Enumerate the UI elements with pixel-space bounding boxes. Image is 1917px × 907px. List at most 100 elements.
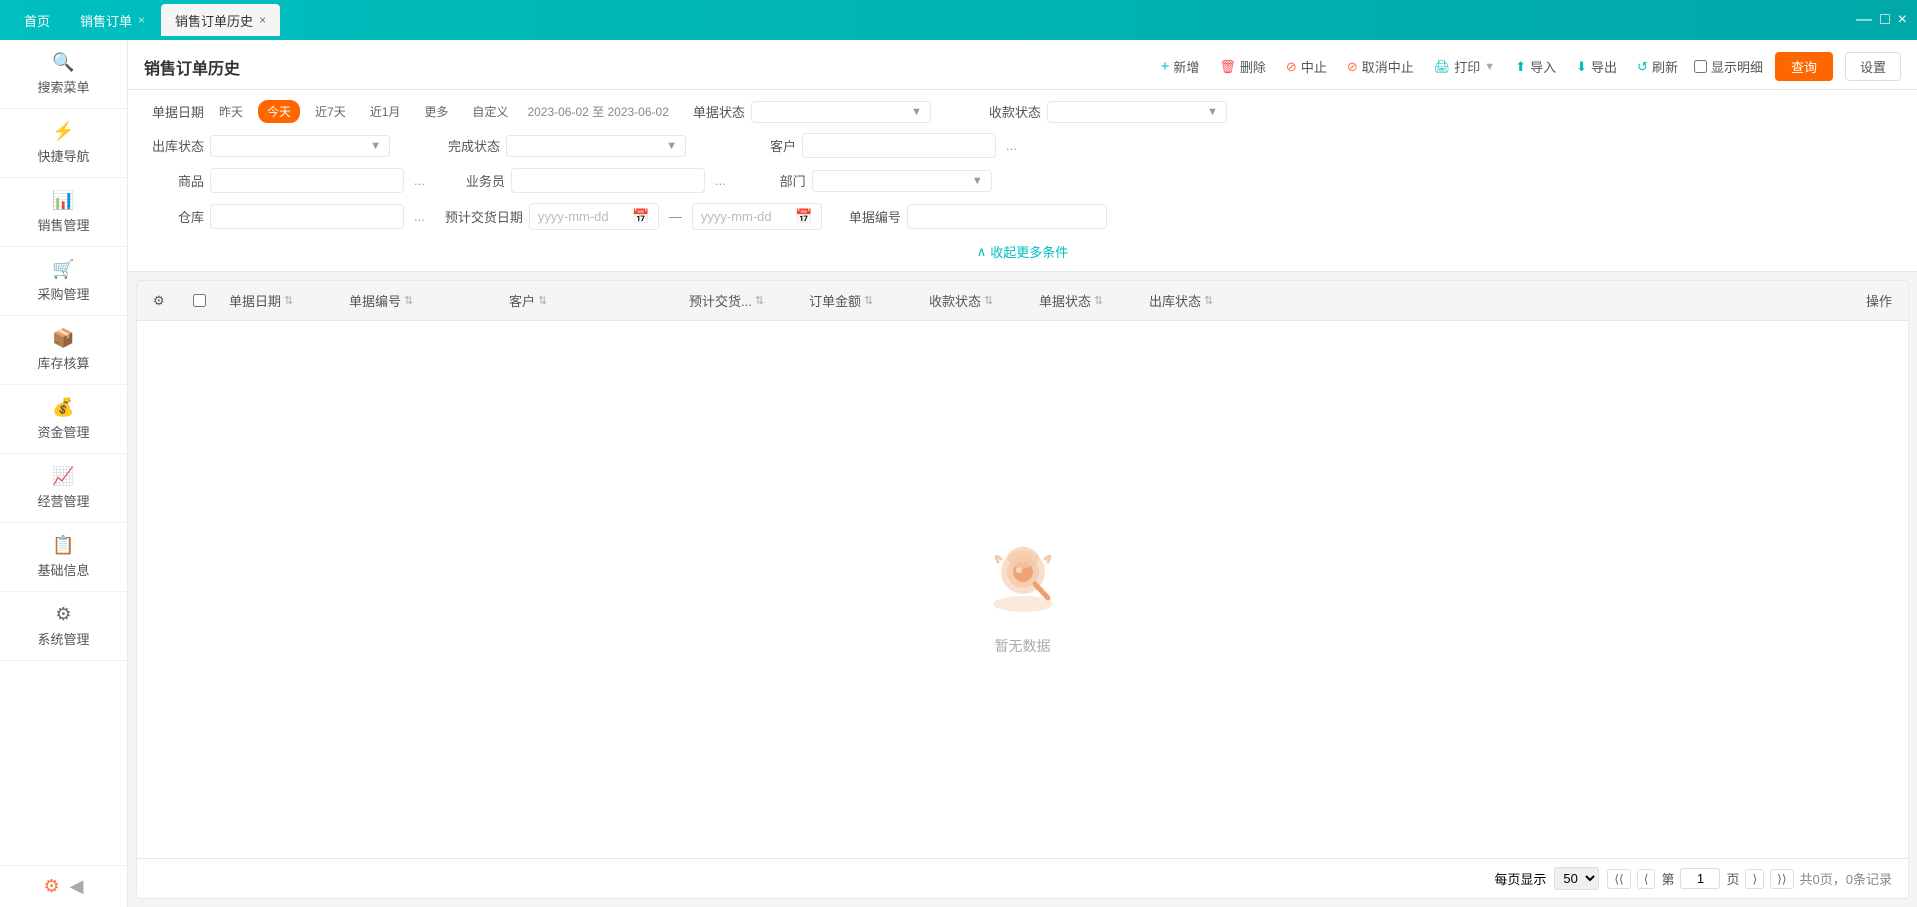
page-size-label: 每页显示 [1494, 869, 1546, 888]
sidebar-item-purchase[interactable]: 🛒 采购管理 [0, 247, 127, 316]
first-page-button[interactable]: ⟨⟨ [1607, 869, 1630, 889]
export-label: 导出 [1591, 57, 1617, 76]
th-delivery-label: 预计交货... [689, 291, 752, 310]
tab-sales-order[interactable]: 销售订单 × [66, 4, 159, 36]
select-all-checkbox[interactable] [193, 294, 206, 307]
sidebar-item-inventory[interactable]: 📦 库存核算 [0, 316, 127, 385]
th-status-label: 单据状态 [1039, 291, 1091, 310]
sidebar-item-sales-label: 销售管理 [37, 215, 89, 234]
sidebar-item-quicknav[interactable]: ⚡ 快捷导航 [0, 109, 127, 178]
tab-home[interactable]: 首页 [10, 4, 64, 36]
filter-row-3: 商品 ... 业务员 ... 部门 ▼ [144, 168, 1901, 193]
th-date[interactable]: 单据日期 ⇅ [221, 291, 341, 310]
next-page-button[interactable]: ⟩ [1745, 869, 1764, 889]
refresh-button[interactable]: ↺ 刷新 [1633, 55, 1682, 78]
th-status[interactable]: 单据状态 ⇅ [1031, 291, 1141, 310]
th-receipt[interactable]: 收款状态 ⇅ [921, 291, 1031, 310]
page-number-input[interactable] [1680, 868, 1720, 889]
page-size-select[interactable]: 50 [1554, 867, 1599, 890]
display-detail-toggle[interactable]: 显示明细 [1694, 57, 1763, 76]
export-icon: ⬇ [1576, 59, 1587, 75]
print-arrow: ▼ [1484, 61, 1495, 73]
delivery-date-end-icon: 📅 [795, 208, 812, 225]
inventory-icon: 📦 [52, 328, 74, 349]
sidebar-item-system[interactable]: ⚙ 系统管理 [0, 592, 127, 661]
query-button[interactable]: 查询 [1775, 52, 1833, 81]
import-button[interactable]: ⬆ 导入 [1511, 55, 1560, 78]
date-chip-today[interactable]: 今天 [258, 100, 300, 123]
sidebar-item-operations[interactable]: 📈 经营管理 [0, 454, 127, 523]
print-button[interactable]: 🖨 打印 ▼ [1430, 55, 1499, 78]
filter-goods-item: 商品 ... [144, 168, 429, 193]
status-filter-select[interactable]: ▼ [751, 101, 931, 123]
sidebar-item-search[interactable]: 🔍 搜索菜单 [0, 40, 127, 109]
date-chip-1month[interactable]: 近1月 [361, 100, 410, 123]
warehouse-dots-icon[interactable]: ... [410, 207, 429, 226]
th-customer[interactable]: 客户 ⇅ [501, 291, 681, 310]
warehouse-filter-label: 仓库 [144, 207, 204, 226]
customer-filter-input[interactable] [802, 133, 996, 158]
delivery-date-end[interactable]: yyyy-mm-dd 📅 [692, 203, 822, 230]
display-detail-checkbox[interactable] [1694, 60, 1707, 73]
stop-button[interactable]: ⊘ 中止 [1282, 55, 1331, 78]
collapse-arrow-icon: ∧ [977, 244, 987, 260]
export-button[interactable]: ⬇ 导出 [1572, 55, 1621, 78]
payment-filter-select[interactable]: ▼ [1047, 101, 1227, 123]
sidebar-item-base[interactable]: 📋 基础信息 [0, 523, 127, 592]
tab-sales-order-close[interactable]: × [138, 13, 145, 27]
add-button[interactable]: + 新增 [1157, 55, 1204, 78]
collapse-button[interactable]: ∧ 收起更多条件 [977, 242, 1069, 261]
th-status-sort-icon: ⇅ [1094, 294, 1103, 307]
complete-filter-select[interactable]: ▼ [506, 135, 686, 157]
date-chip-yesterday[interactable]: 昨天 [210, 100, 252, 123]
th-settings[interactable]: ⚙ [145, 293, 185, 309]
close-window-button[interactable]: × [1898, 11, 1907, 29]
th-customer-sort-icon: ⇅ [538, 294, 547, 307]
customer-dots-icon[interactable]: ... [1002, 136, 1021, 155]
purchase-icon: 🛒 [52, 259, 74, 280]
max-button[interactable]: □ [1880, 11, 1890, 29]
tab-home-label: 首页 [24, 11, 50, 30]
warehouse-filter-input[interactable] [210, 204, 404, 229]
min-button[interactable]: — [1856, 11, 1872, 29]
filter-delivery-date-item: 预计交货日期 yyyy-mm-dd 📅 — yyyy-mm-dd 📅 [445, 203, 825, 230]
setting-button[interactable]: 设置 [1845, 52, 1901, 81]
sidebar-collapse-icon[interactable]: ◀ [70, 876, 84, 897]
th-amount-label: 订单金额 [809, 291, 861, 310]
filter-warehouse-item: 仓库 ... [144, 204, 429, 229]
department-filter-select[interactable]: ▼ [812, 170, 992, 192]
th-number-sort-icon: ⇅ [404, 294, 413, 307]
delivery-date-start[interactable]: yyyy-mm-dd 📅 [529, 203, 659, 230]
cancel-stop-button[interactable]: ⊘ 取消中止 [1343, 55, 1418, 78]
main-layout: 🔍 搜索菜单 ⚡ 快捷导航 📊 销售管理 🛒 采购管理 📦 库存核算 💰 资金管… [0, 40, 1917, 907]
goods-dots-icon[interactable]: ... [410, 171, 429, 190]
th-outbound[interactable]: 出库状态 ⇅ [1141, 291, 1261, 310]
date-chip-more[interactable]: 更多 [415, 100, 457, 123]
th-number[interactable]: 单据编号 ⇅ [341, 291, 501, 310]
tab-sales-order-history-label: 销售订单历史 [175, 11, 253, 30]
sidebar-item-finance[interactable]: 💰 资金管理 [0, 385, 127, 454]
sidebar-item-base-label: 基础信息 [37, 560, 89, 579]
date-chip-7days[interactable]: 近7天 [306, 100, 355, 123]
tab-sales-order-history[interactable]: 销售订单历史 × [161, 4, 280, 36]
total-info: 共0页，0条记录 [1800, 869, 1892, 888]
prev-page-button[interactable]: ⟨ [1637, 869, 1656, 889]
delete-button[interactable]: 🗑 删除 [1215, 55, 1270, 78]
th-checkbox[interactable] [185, 294, 221, 307]
filter-row-2: 出库状态 ▼ 完成状态 ▼ 客户 ... [144, 133, 1901, 158]
sidebar-settings-icon[interactable]: ⚙ [44, 876, 60, 897]
th-amount[interactable]: 订单金额 ⇅ [801, 291, 921, 310]
th-amount-sort-icon: ⇅ [864, 294, 873, 307]
filter-row-4: 仓库 ... 预计交货日期 yyyy-mm-dd 📅 — yyyy-mm-dd … [144, 203, 1901, 230]
order-number-filter-input[interactable] [907, 204, 1107, 229]
goods-filter-input[interactable] [210, 168, 404, 193]
tab-sales-order-history-close[interactable]: × [259, 13, 266, 27]
th-delivery[interactable]: 预计交货... ⇅ [681, 291, 801, 310]
salesperson-dots-icon[interactable]: ... [711, 171, 730, 190]
date-chip-custom[interactable]: 自定义 [463, 100, 517, 123]
sidebar-item-sales[interactable]: 📊 销售管理 [0, 178, 127, 247]
table-footer: 每页显示 50 ⟨⟨ ⟨ 第 页 ⟩ ⟩⟩ 共0页，0条记录 [137, 858, 1908, 898]
salesperson-filter-input[interactable] [511, 168, 705, 193]
last-page-button[interactable]: ⟩⟩ [1770, 869, 1793, 889]
outbound-filter-select[interactable]: ▼ [210, 135, 390, 157]
